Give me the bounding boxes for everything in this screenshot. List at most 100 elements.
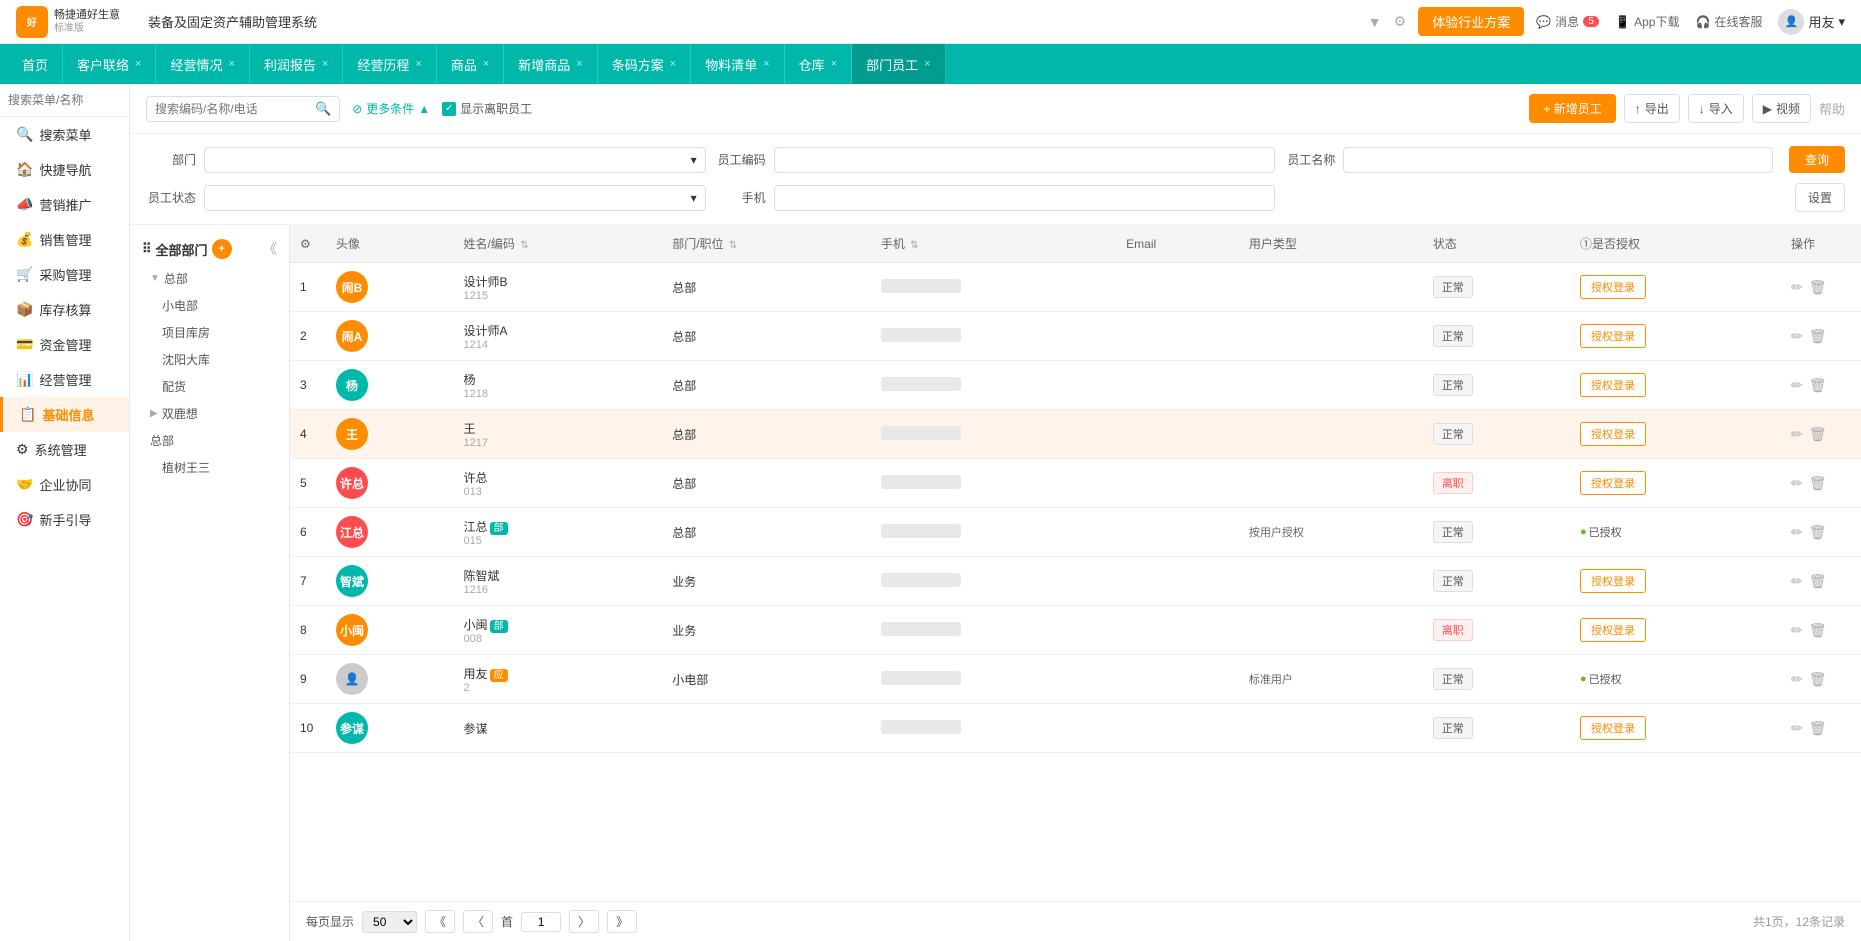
edit-btn[interactable]: ✏: [1791, 524, 1803, 541]
nav-tab-经营历程[interactable]: 经营历程×: [343, 44, 436, 84]
page-input[interactable]: [521, 912, 561, 932]
col-name[interactable]: 姓名/编码 ⇅: [454, 225, 663, 263]
reset-btn[interactable]: 设置: [1795, 183, 1845, 212]
per-page-select[interactable]: 50 20 100: [362, 911, 417, 933]
sidebar-search-wrap[interactable]: 🔍: [0, 84, 129, 117]
prev-page-btn[interactable]: 〈: [463, 910, 493, 933]
export-btn[interactable]: ↑ 导出: [1624, 94, 1680, 123]
nav-tab-部门员工[interactable]: 部门员工×: [852, 44, 945, 84]
emp-name-input[interactable]: [1343, 147, 1773, 173]
first-page-btn[interactable]: 《: [425, 910, 455, 933]
nav-tab-经营情况[interactable]: 经营情况×: [156, 44, 249, 84]
help-text[interactable]: 帮助: [1819, 99, 1845, 118]
nav-tab-条码方案[interactable]: 条码方案×: [598, 44, 691, 84]
sidebar-search-input[interactable]: [8, 93, 130, 107]
nav-tab-仓库[interactable]: 仓库×: [785, 44, 852, 84]
emp-status-select[interactable]: ▾: [204, 185, 706, 211]
edit-btn[interactable]: ✏: [1791, 475, 1803, 492]
auth-login-btn[interactable]: 授权登录: [1580, 471, 1646, 495]
edit-btn[interactable]: ✏: [1791, 573, 1803, 590]
auth-login-btn[interactable]: 授权登录: [1580, 569, 1646, 593]
nav-tab-首页[interactable]: 首页: [8, 44, 63, 84]
edit-btn[interactable]: ✏: [1791, 328, 1803, 345]
nav-tab-利润报告[interactable]: 利润报告×: [250, 44, 343, 84]
tab-close-新增商品[interactable]: ×: [576, 58, 582, 70]
import-btn[interactable]: ↓ 导入: [1688, 94, 1744, 123]
sidebar-item-营销推广[interactable]: 📣营销推广: [0, 187, 129, 222]
delete-btn[interactable]: 🗑: [1809, 524, 1827, 541]
nav-tab-商品[interactable]: 商品×: [437, 44, 504, 84]
tab-close-物料清单[interactable]: ×: [763, 58, 769, 70]
message-btn[interactable]: 💬 消息 5: [1536, 13, 1599, 30]
dept-tree-配货[interactable]: 配货: [130, 373, 289, 400]
sidebar-item-采购管理[interactable]: 🛒采购管理: [0, 257, 129, 292]
dept-collapse-btn[interactable]: 《: [263, 239, 277, 259]
delete-btn[interactable]: 🗑: [1809, 622, 1827, 639]
sidebar-item-快捷导航[interactable]: 🏠快捷导航: [0, 152, 129, 187]
tab-close-商品[interactable]: ×: [483, 58, 489, 70]
sys-dropdown-icon[interactable]: ▼: [1368, 14, 1382, 30]
tab-close-经营情况[interactable]: ×: [228, 58, 234, 70]
trial-btn[interactable]: 体验行业方案: [1418, 7, 1524, 36]
auth-login-btn[interactable]: 授权登录: [1580, 618, 1646, 642]
dept-select[interactable]: ▾: [204, 147, 706, 173]
emp-code-input[interactable]: [774, 147, 1276, 173]
nav-tab-物料清单[interactable]: 物料清单×: [691, 44, 784, 84]
sidebar-item-基础信息[interactable]: 📋基础信息: [0, 397, 129, 432]
auth-login-btn[interactable]: 授权登录: [1580, 275, 1646, 299]
sidebar-item-资金管理[interactable]: 💳资金管理: [0, 327, 129, 362]
search-input[interactable]: [155, 102, 315, 116]
delete-btn[interactable]: 🗑: [1809, 328, 1827, 345]
edit-btn[interactable]: ✏: [1791, 426, 1803, 443]
dept-tree-总部[interactable]: 总部: [130, 427, 289, 454]
tab-close-仓库[interactable]: ×: [831, 58, 837, 70]
auth-login-btn[interactable]: 授权登录: [1580, 422, 1646, 446]
sidebar-item-库存核算[interactable]: 📦库存核算: [0, 292, 129, 327]
tab-close-经营历程[interactable]: ×: [415, 58, 421, 70]
last-page-btn[interactable]: 》: [607, 910, 637, 933]
delete-btn[interactable]: 🗑: [1809, 377, 1827, 394]
online-service-btn[interactable]: 🎧 在线客服: [1695, 13, 1762, 30]
edit-btn[interactable]: ✏: [1791, 720, 1803, 737]
col-settings[interactable]: ⚙: [290, 225, 326, 263]
search-input-wrap[interactable]: 🔍: [146, 96, 340, 122]
sidebar-item-企业协同[interactable]: 🤝企业协同: [0, 467, 129, 502]
tab-close-条码方案[interactable]: ×: [670, 58, 676, 70]
delete-btn[interactable]: 🗑: [1809, 720, 1827, 737]
auth-login-btn[interactable]: 授权登录: [1580, 373, 1646, 397]
edit-btn[interactable]: ✏: [1791, 279, 1803, 296]
search-submit-btn[interactable]: 查询: [1789, 146, 1845, 173]
auth-login-btn[interactable]: 授权登录: [1580, 324, 1646, 348]
delete-btn[interactable]: 🗑: [1809, 573, 1827, 590]
sidebar-item-新手引导[interactable]: 🎯新手引导: [0, 502, 129, 537]
delete-btn[interactable]: 🗑: [1809, 475, 1827, 492]
app-download-btn[interactable]: 📱 App下载: [1615, 13, 1679, 30]
settings-gear-btn[interactable]: ⚙: [1394, 13, 1407, 30]
nav-tab-客户联络[interactable]: 客户联络×: [63, 44, 156, 84]
phone-input[interactable]: [774, 185, 1276, 211]
col-phone[interactable]: 手机 ⇅: [871, 225, 1116, 263]
col-dept[interactable]: 部门/职位 ⇅: [662, 225, 871, 263]
edit-btn[interactable]: ✏: [1791, 671, 1803, 688]
auth-login-btn[interactable]: 授权登录: [1580, 716, 1646, 740]
edit-btn[interactable]: ✏: [1791, 622, 1803, 639]
dept-tree-总部[interactable]: ▼总部: [130, 265, 289, 292]
dept-tree-沈阳大库[interactable]: 沈阳大库: [130, 346, 289, 373]
show-resigned-toggle[interactable]: ✓ 显示离职员工: [442, 100, 532, 117]
sidebar-item-系统管理[interactable]: ⚙系统管理: [0, 432, 129, 467]
sidebar-item-销售管理[interactable]: 💰销售管理: [0, 222, 129, 257]
next-page-btn[interactable]: 〉: [569, 910, 599, 933]
edit-btn[interactable]: ✏: [1791, 377, 1803, 394]
add-employee-btn[interactable]: + 新增员工: [1529, 94, 1615, 123]
dept-tree-植树王三[interactable]: 植树王三: [130, 454, 289, 481]
dept-tree-项目库房[interactable]: 项目库房: [130, 319, 289, 346]
user-area[interactable]: 👤 用友 ▾: [1778, 9, 1845, 35]
delete-btn[interactable]: 🗑: [1809, 671, 1827, 688]
view-btn[interactable]: ▶ 视频: [1752, 94, 1811, 123]
tab-close-客户联络[interactable]: ×: [135, 58, 141, 70]
dept-add-btn[interactable]: +: [212, 239, 232, 259]
tab-close-利润报告[interactable]: ×: [322, 58, 328, 70]
tab-close-部门员工[interactable]: ×: [924, 58, 930, 70]
delete-btn[interactable]: 🗑: [1809, 279, 1827, 296]
dept-tree-小电部[interactable]: 小电部: [130, 292, 289, 319]
